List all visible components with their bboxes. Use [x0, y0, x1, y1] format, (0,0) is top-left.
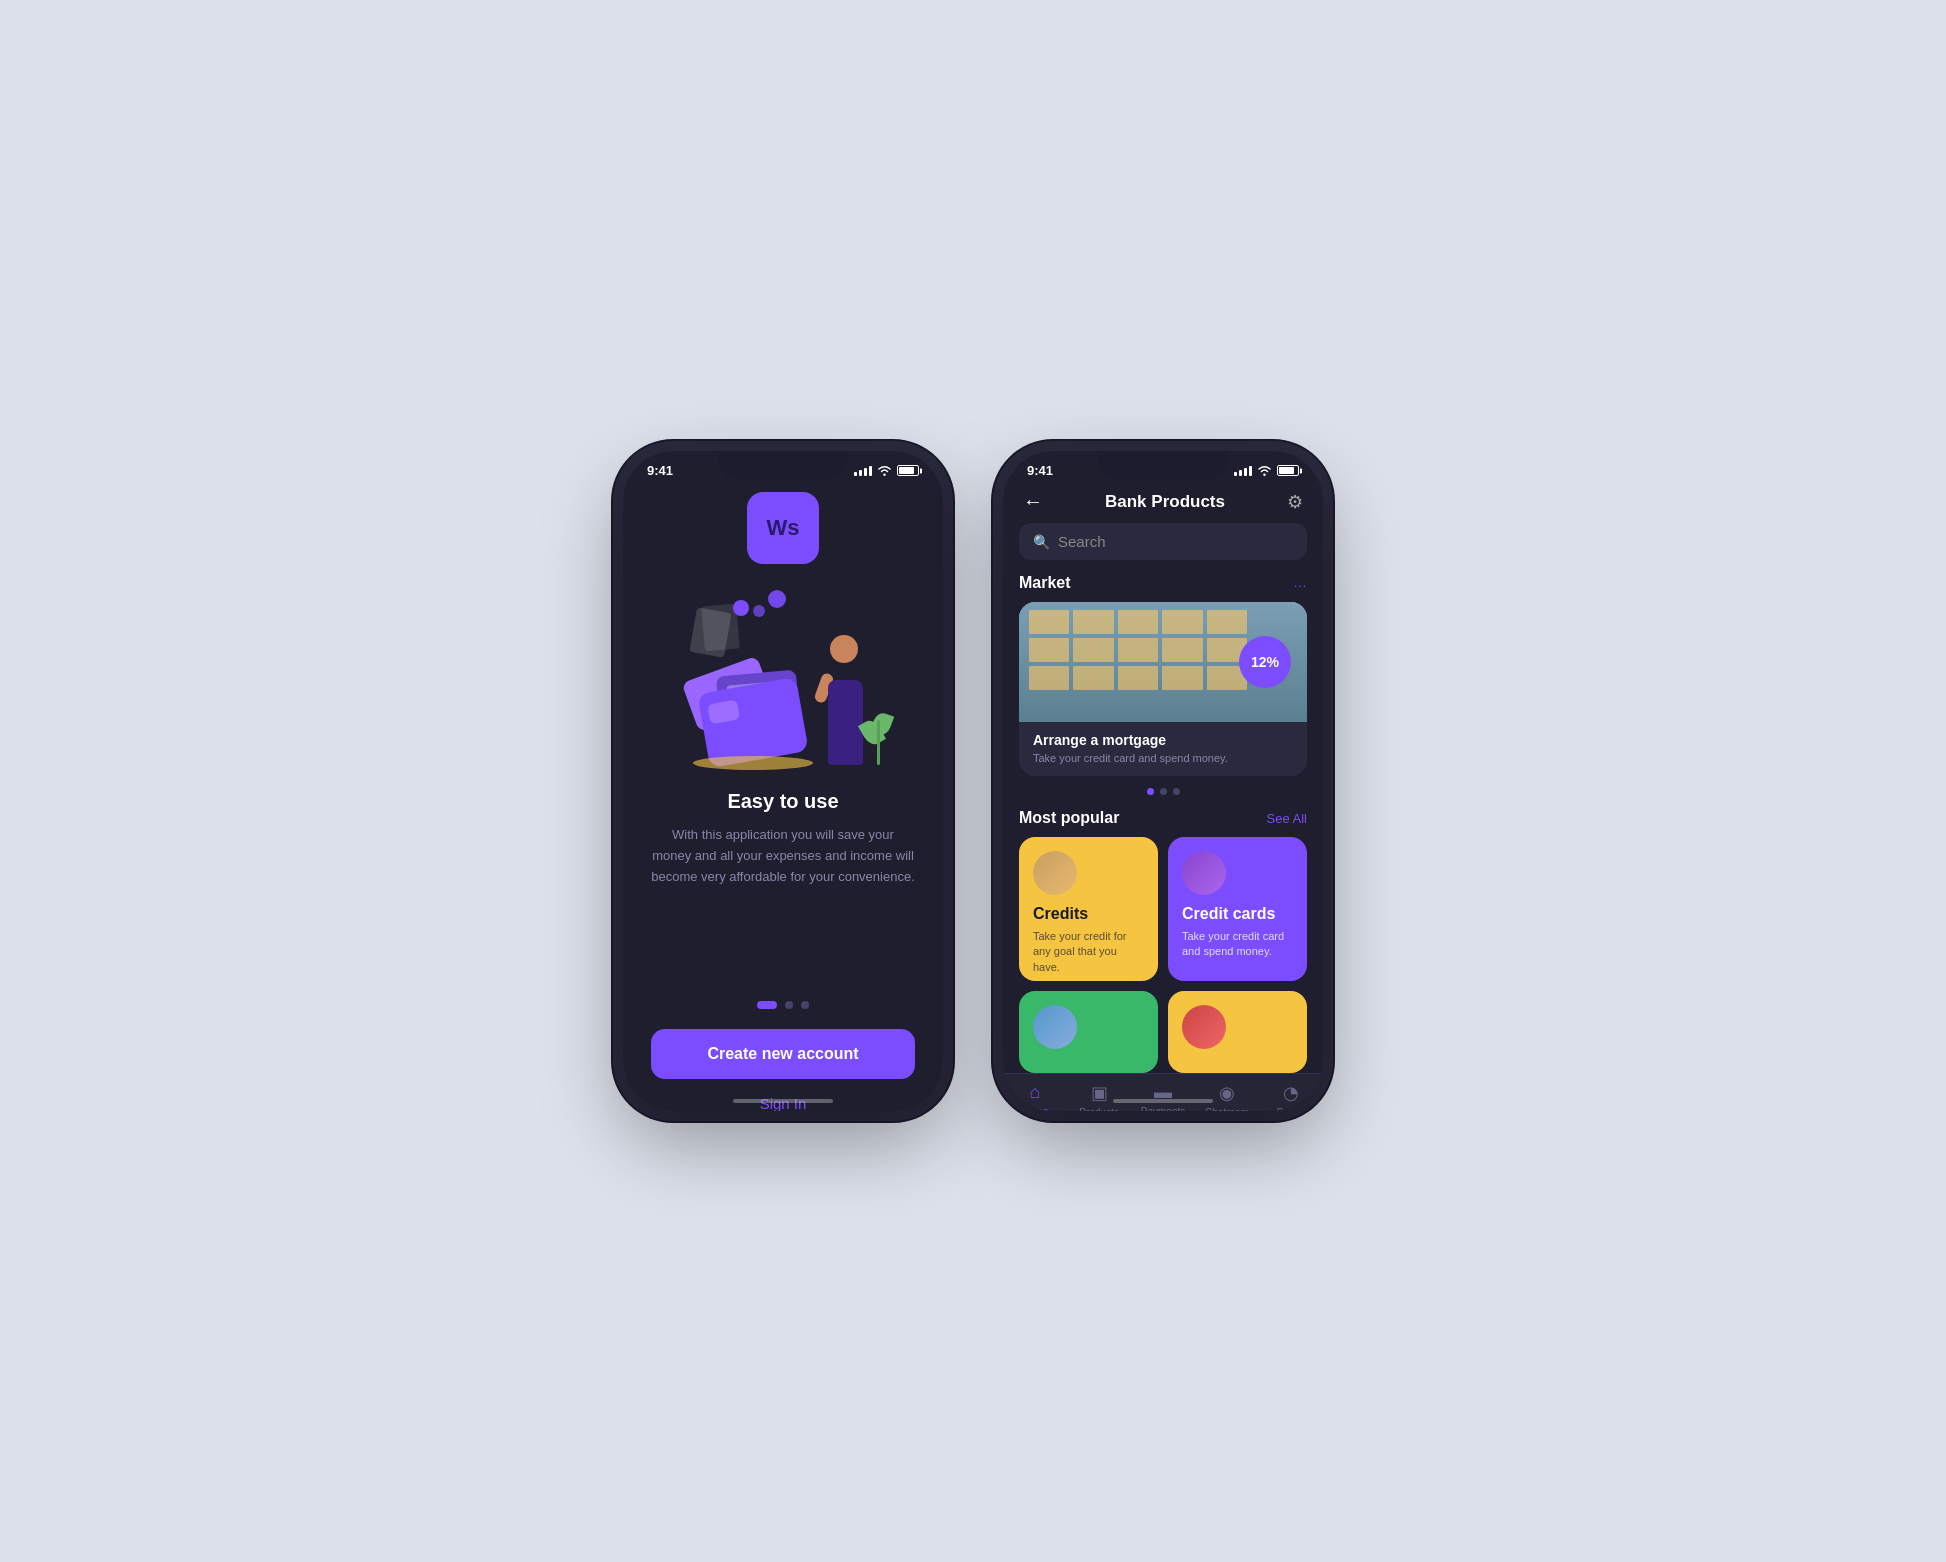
carousel-card-mortgage[interactable]: 12% Arrange a mortgage Take your credit … [1019, 602, 1307, 776]
home-tab-label: Home [1022, 1106, 1049, 1111]
popular-section-header: Most popular See All [1003, 809, 1323, 837]
carousel-card-title: Arrange a mortgage [1033, 732, 1293, 748]
logo-text: Ws [767, 515, 800, 541]
home-indicator-2 [1113, 1099, 1213, 1103]
credit-cards-desc: Take your credit card and spend money. [1182, 929, 1293, 960]
bank-products-screen: ← Bank Products ⚙ 🔍 Search Market ... [1003, 482, 1323, 1111]
products-tab-icon: ▣ [1091, 1082, 1108, 1104]
carousel-card-info: Arrange a mortgage Take your credit card… [1019, 722, 1307, 776]
illus-plant [863, 705, 893, 765]
popular-card-credit-cards[interactable]: Credit cards Take your credit card and s… [1168, 837, 1307, 981]
page-title: Bank Products [1105, 492, 1225, 512]
app-logo: Ws [747, 492, 819, 564]
phone-onboarding: 9:41 [623, 451, 943, 1111]
create-account-button[interactable]: Create new account [651, 1029, 915, 1079]
status-icons-1 [854, 465, 919, 476]
scroll-area: Market ... [1003, 574, 1323, 1073]
carousel-dot-1 [1147, 788, 1154, 795]
status-time-1: 9:41 [647, 463, 673, 478]
onboarding-illustration [673, 580, 893, 780]
signal-icon [854, 466, 872, 476]
back-button[interactable]: ← [1023, 490, 1043, 513]
tab-home[interactable]: ⌂ Home [1003, 1082, 1067, 1111]
credits-thumb [1033, 851, 1077, 895]
market-section-title: Market [1019, 574, 1071, 592]
home-indicator-1 [733, 1099, 833, 1103]
carousel-dot-2 [1160, 788, 1167, 795]
battery-icon-2 [1277, 465, 1299, 476]
popular-grid: Credits Take your credit for any goal th… [1003, 837, 1323, 1073]
illus-wallet [697, 677, 809, 768]
chatroom-tab-label: Chatroom [1205, 1107, 1249, 1111]
products-tab-label: Products [1079, 1107, 1118, 1111]
onboarding-screen: Ws [623, 482, 943, 1111]
carousel-dots [1003, 788, 1323, 795]
popular-card-credits[interactable]: Credits Take your credit for any goal th… [1019, 837, 1158, 981]
phones-container: 9:41 [623, 451, 1323, 1111]
profile-tab-label: Profile [1277, 1107, 1305, 1111]
wifi-icon [877, 465, 892, 476]
market-section-header: Market ... [1003, 574, 1323, 602]
phone-bank-products: 9:41 [1003, 451, 1323, 1111]
chatroom-tab-icon: ◉ [1219, 1082, 1235, 1104]
home-tab-icon: ⌂ [1030, 1082, 1041, 1103]
dot-2 [785, 1001, 793, 1009]
percent-badge: 12% [1239, 636, 1291, 688]
search-icon: 🔍 [1033, 534, 1050, 550]
tab-bar: ⌂ Home ▣ Products ▬ Payments ◉ Chatroom [1003, 1073, 1323, 1111]
search-placeholder: Search [1058, 533, 1106, 550]
signal-icon-2 [1234, 466, 1252, 476]
card3-thumb [1033, 1005, 1077, 1049]
notch-2 [1098, 451, 1228, 479]
popular-card-4[interactable] [1168, 991, 1307, 1073]
card4-thumb [1182, 1005, 1226, 1049]
onboard-description: With this application you will save your… [651, 825, 915, 981]
see-all-button[interactable]: See All [1267, 811, 1307, 826]
dot-3 [801, 1001, 809, 1009]
payments-tab-label: Payments [1141, 1106, 1185, 1111]
onboard-title: Easy to use [727, 790, 838, 813]
onboard-dots [757, 1001, 809, 1009]
illus-ground [693, 756, 813, 770]
carousel-dot-3 [1173, 788, 1180, 795]
credits-title: Credits [1033, 905, 1144, 923]
search-bar[interactable]: 🔍 Search [1019, 523, 1307, 560]
nav-header: ← Bank Products ⚙ [1003, 482, 1323, 523]
battery-icon [897, 465, 919, 476]
dot-1 [757, 1001, 777, 1009]
status-time-2: 9:41 [1027, 463, 1053, 478]
signin-button[interactable]: Sign In [760, 1095, 807, 1111]
market-carousel: 12% Arrange a mortgage Take your credit … [1003, 602, 1323, 776]
profile-tab-icon: ◔ [1283, 1082, 1299, 1104]
tab-products[interactable]: ▣ Products [1067, 1082, 1131, 1111]
credit-cards-thumb [1182, 851, 1226, 895]
carousel-card-desc: Take your credit card and spend money. [1033, 752, 1293, 764]
tab-chatroom[interactable]: ◉ Chatroom [1195, 1082, 1259, 1111]
tab-payments[interactable]: ▬ Payments [1131, 1082, 1195, 1111]
credit-cards-title: Credit cards [1182, 905, 1293, 923]
popular-section-title: Most popular [1019, 809, 1119, 827]
wifi-icon-2 [1257, 465, 1272, 476]
notch [718, 451, 848, 479]
market-more-button[interactable]: ... [1294, 576, 1307, 590]
tab-profile[interactable]: ◔ Profile [1259, 1082, 1323, 1111]
carousel-card-image: 12% [1019, 602, 1307, 722]
settings-icon[interactable]: ⚙ [1287, 491, 1303, 513]
credits-desc: Take your credit for any goal that you h… [1033, 929, 1144, 975]
popular-card-3[interactable] [1019, 991, 1158, 1073]
status-icons-2 [1234, 465, 1299, 476]
illus-doc [689, 607, 731, 657]
